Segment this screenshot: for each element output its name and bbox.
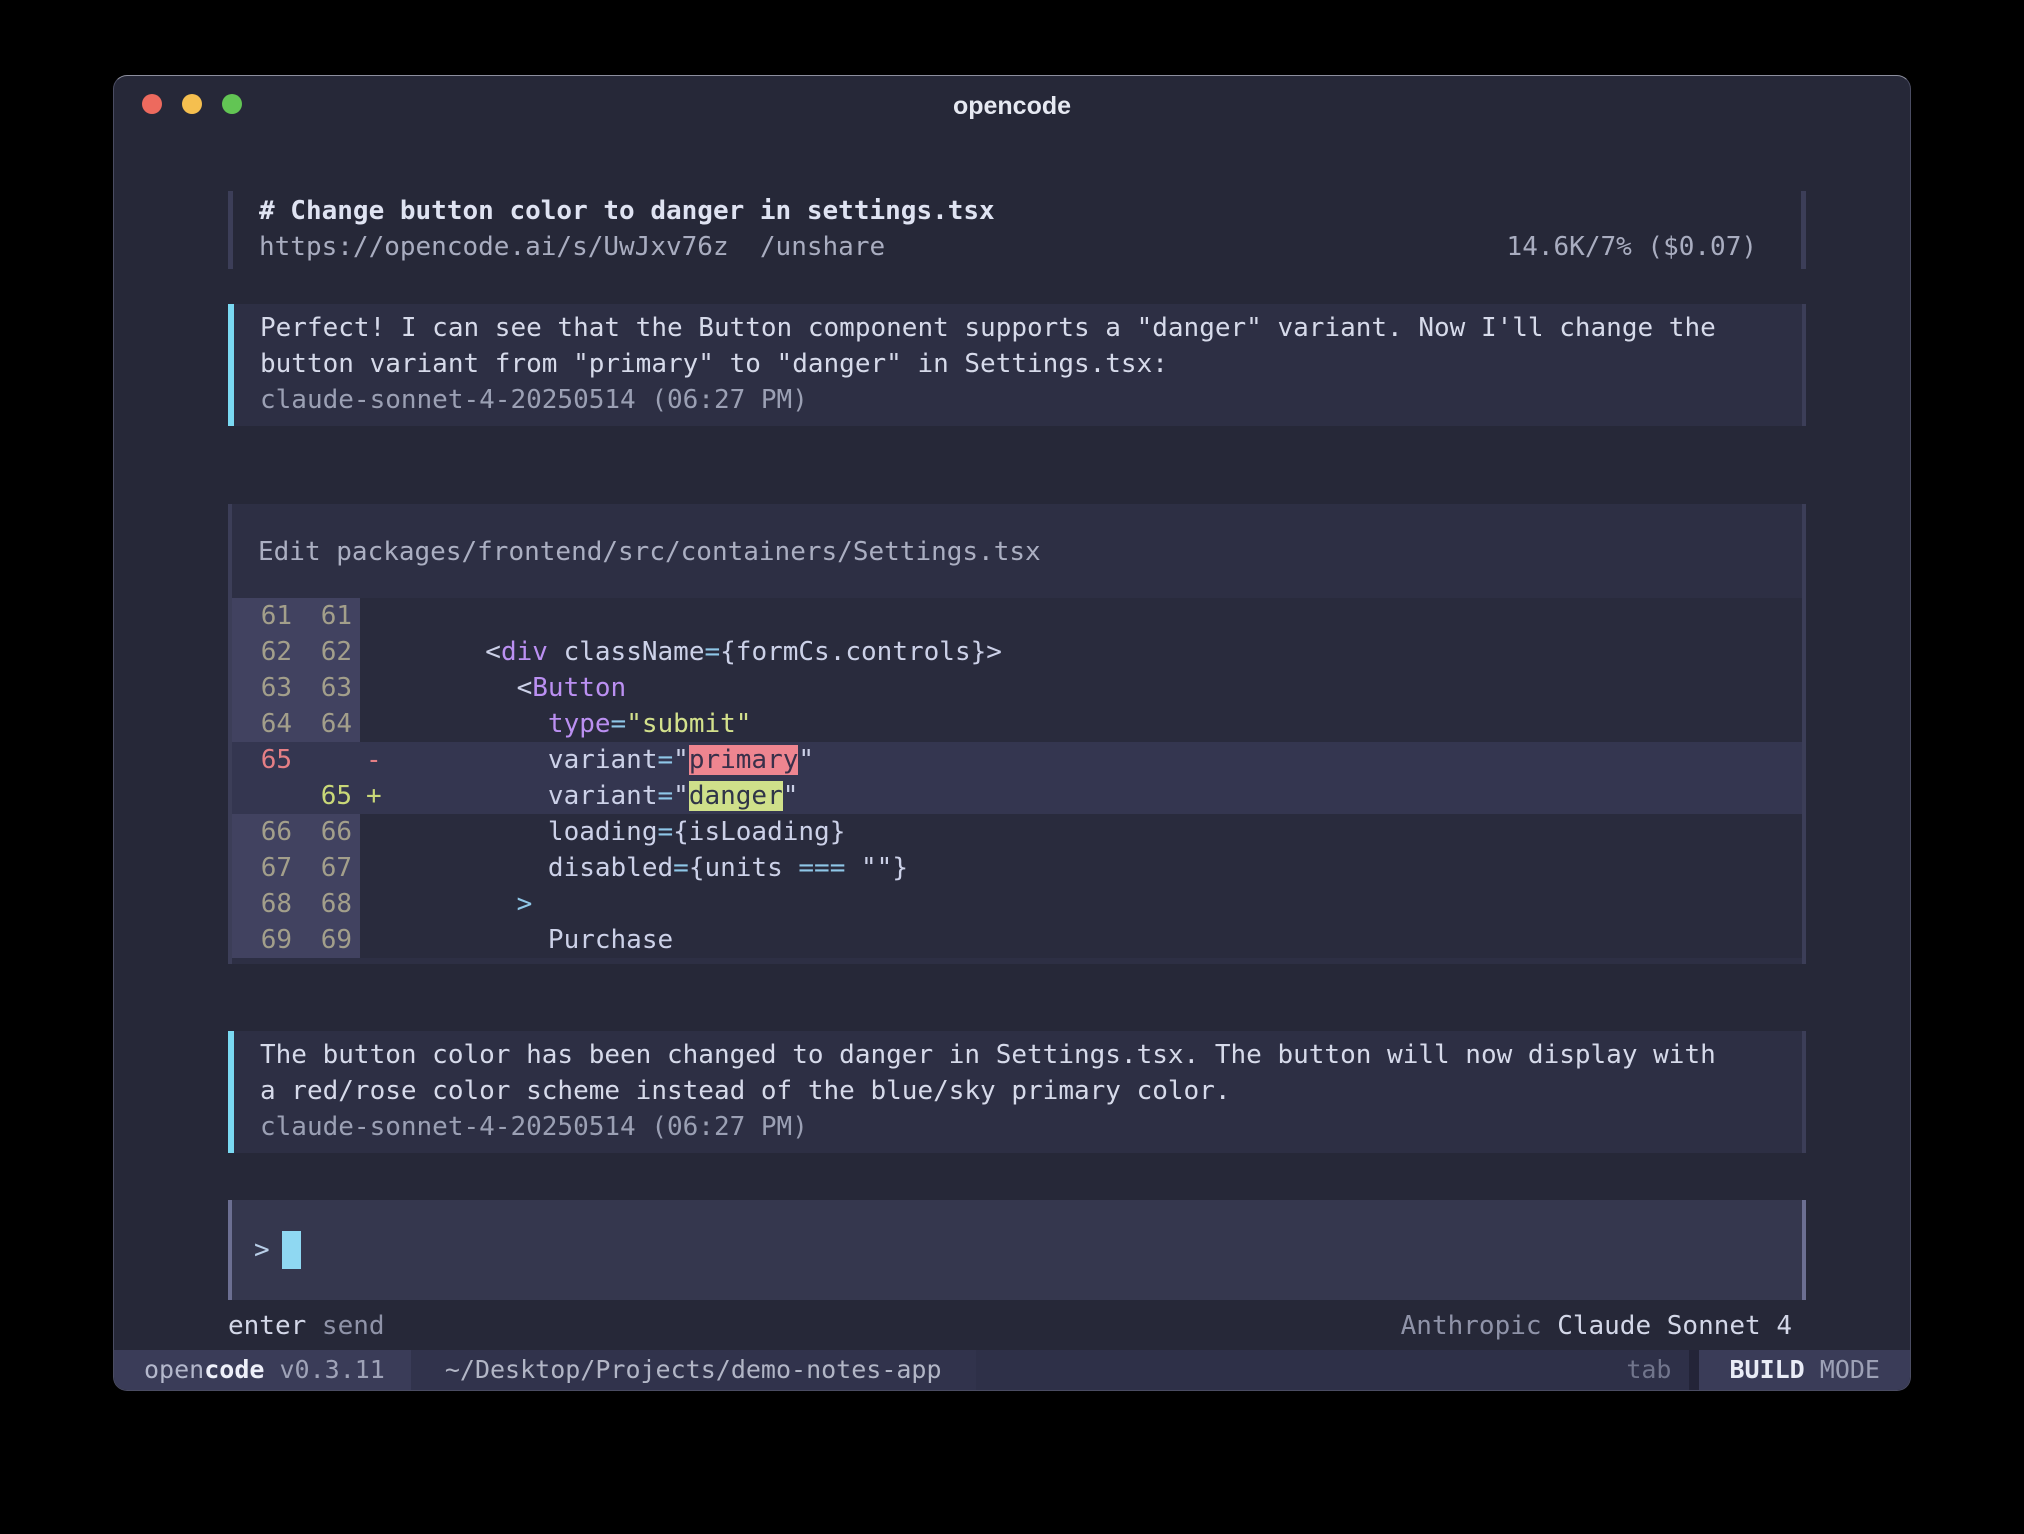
diff-change-marker	[360, 706, 454, 742]
diff-view: 61616262 <div className={formCs.controls…	[232, 598, 1802, 958]
diff-code-line: <Button	[454, 670, 1802, 706]
diff-code-line: variant="primary"	[454, 742, 1802, 778]
prompt-symbol: >	[254, 1232, 270, 1268]
diff-row: 6161	[232, 598, 1802, 634]
text-cursor	[282, 1231, 301, 1269]
prompt-input[interactable]: >	[228, 1200, 1806, 1300]
diff-row: 65- variant="primary"	[232, 742, 1802, 778]
diff-line-gutter: 6969	[232, 922, 360, 958]
diff-row: 6969 Purchase	[232, 922, 1802, 958]
enter-key-hint: enter	[228, 1308, 306, 1344]
model-label[interactable]: Claude Sonnet 4	[1557, 1308, 1792, 1344]
provider-label: Anthropic	[1401, 1308, 1542, 1344]
session-subline: https://opencode.ai/s/UwJxv76z /unshare …	[259, 229, 1801, 265]
opencode-window: opencode # Change button color to danger…	[113, 75, 1911, 1391]
diff-line-gutter: 6262	[232, 634, 360, 670]
mode-toggle-chip[interactable]: BUILD MODE	[1689, 1350, 1910, 1390]
diff-row: 6868 >	[232, 886, 1802, 922]
diff-line-gutter: 65	[232, 742, 360, 778]
assistant-message-meta: claude-sonnet-4-20250514 (06:27 PM)	[260, 382, 1782, 418]
unshare-command[interactable]: /unshare	[760, 229, 885, 265]
edit-tool-card: Edit packages/frontend/src/containers/Se…	[228, 504, 1806, 964]
main-content: # Change button color to danger in setti…	[114, 132, 1910, 1350]
app-version: v0.3.11	[279, 1355, 384, 1384]
app-version-chip: opencode v0.3.11	[114, 1350, 411, 1390]
diff-line-gutter: 6868	[232, 886, 360, 922]
diff-code-line: type="submit"	[454, 706, 1802, 742]
diff-code-line: >	[454, 886, 1802, 922]
assistant-message-meta: claude-sonnet-4-20250514 (06:27 PM)	[260, 1109, 1782, 1145]
window-title: opencode	[114, 76, 1910, 132]
app-name-open: open	[144, 1355, 204, 1384]
mode-name: BUILD	[1729, 1355, 1804, 1384]
diff-change-marker	[360, 814, 454, 850]
assistant-message: Perfect! I can see that the Button compo…	[228, 304, 1806, 426]
assistant-message: The button color has been changed to dan…	[228, 1031, 1806, 1153]
working-directory: ~/Desktop/Projects/demo-notes-app	[411, 1350, 976, 1390]
diff-line-gutter: 6464	[232, 706, 360, 742]
diff-row: 6767 disabled={units === ""}	[232, 850, 1802, 886]
mode-suffix: MODE	[1820, 1355, 1880, 1384]
keybind-hints-row: enter send Anthropic Claude Sonnet 4	[228, 1308, 1806, 1344]
diff-row: 6464 type="submit"	[232, 706, 1802, 742]
status-bar: opencode v0.3.11 ~/Desktop/Projects/demo-…	[114, 1350, 1910, 1390]
diff-code-line	[454, 598, 1802, 634]
tab-key-hint: tab	[1608, 1350, 1689, 1390]
diff-change-marker	[360, 598, 454, 634]
diff-change-marker	[360, 922, 454, 958]
diff-code-line: loading={isLoading}	[454, 814, 1802, 850]
edit-tool-title: Edit packages/frontend/src/containers/Se…	[232, 504, 1802, 598]
diff-change-marker	[360, 670, 454, 706]
assistant-message-text: The button color has been changed to dan…	[260, 1037, 1722, 1109]
diff-line-gutter: 65	[232, 778, 360, 814]
diff-change-marker: +	[360, 778, 454, 814]
diff-row: 65+ variant="danger"	[232, 778, 1802, 814]
diff-line-gutter: 6161	[232, 598, 360, 634]
diff-line-gutter: 6363	[232, 670, 360, 706]
session-header: # Change button color to danger in setti…	[228, 191, 1806, 269]
diff-line-gutter: 6767	[232, 850, 360, 886]
diff-code-line: <div className={formCs.controls}>	[454, 634, 1802, 670]
diff-row: 6666 loading={isLoading}	[232, 814, 1802, 850]
context-usage-stats: 14.6K/7% ($0.07)	[1507, 229, 1801, 265]
send-action-label: send	[322, 1308, 385, 1344]
session-title: # Change button color to danger in setti…	[259, 193, 1801, 229]
diff-change-marker	[360, 634, 454, 670]
diff-change-marker	[360, 886, 454, 922]
diff-line-gutter: 6666	[232, 814, 360, 850]
diff-row: 6363 <Button	[232, 670, 1802, 706]
assistant-message-text: Perfect! I can see that the Button compo…	[260, 310, 1722, 382]
diff-row: 6262 <div className={formCs.controls}>	[232, 634, 1802, 670]
titlebar: opencode	[114, 76, 1910, 132]
diff-change-marker	[360, 850, 454, 886]
diff-code-line: disabled={units === ""}	[454, 850, 1802, 886]
share-url-link[interactable]: https://opencode.ai/s/UwJxv76z	[259, 229, 729, 265]
diff-code-line: variant="danger"	[454, 778, 1802, 814]
diff-code-line: Purchase	[454, 922, 1802, 958]
diff-change-marker: -	[360, 742, 454, 778]
app-name-code: code	[204, 1355, 264, 1384]
